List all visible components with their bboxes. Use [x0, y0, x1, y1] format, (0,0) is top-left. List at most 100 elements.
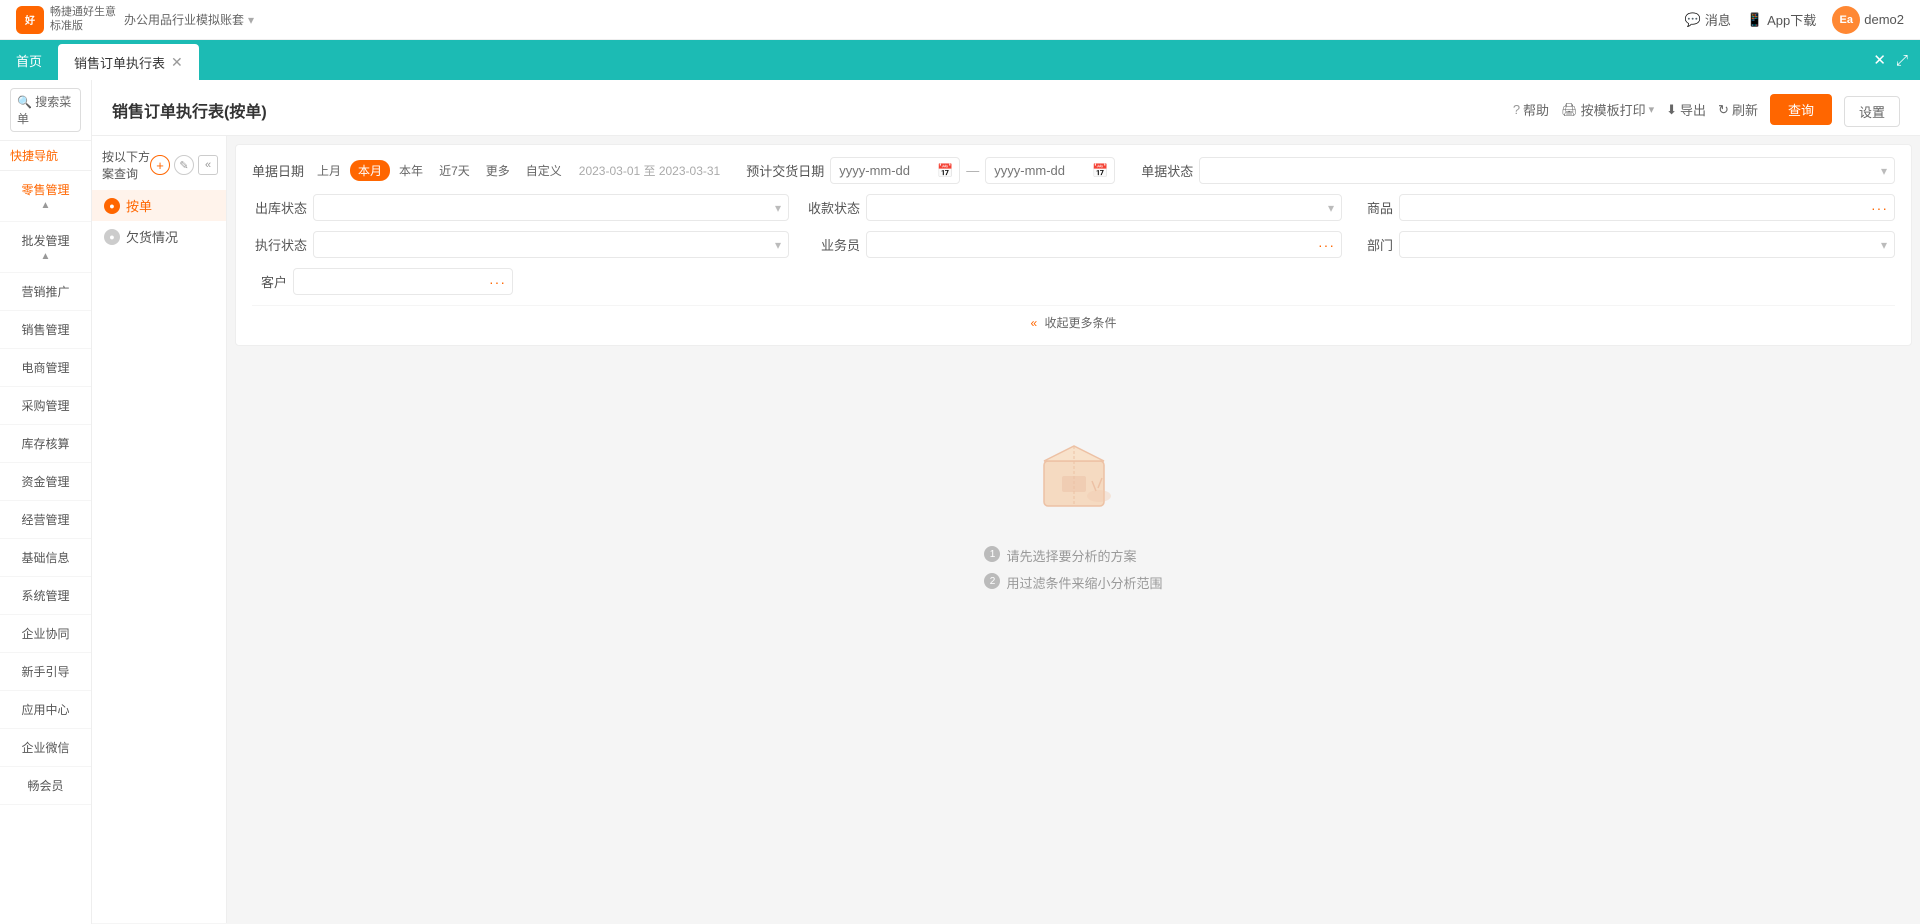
tab-home[interactable]: 首页: [0, 40, 58, 80]
export-button[interactable]: ⬇ 导出: [1666, 100, 1706, 119]
date-range-text: 2023-03-01 至 2023-03-31: [579, 162, 720, 179]
empty-tips: 1 请先选择要分析的方案 2 用过滤条件来缩小分析范围: [984, 546, 1162, 592]
date-tab-custom[interactable]: 自定义: [519, 160, 569, 181]
date-tab-more[interactable]: 更多: [479, 160, 517, 181]
top-bar: 好 畅捷通好生意 标准版 办公用品行业模拟账套 ▾ 💬 消息 📱 App下载 E…: [0, 0, 1920, 40]
dept-select[interactable]: [1399, 231, 1895, 258]
sidebar-item-enterprise[interactable]: 企业协同: [0, 615, 91, 653]
product-input[interactable]: [1399, 194, 1895, 221]
scheme-item-label-order: 按单: [126, 196, 152, 215]
sidebar-item-purchase[interactable]: 采购管理: [0, 387, 91, 425]
sidebar-item-operations[interactable]: 经营管理: [0, 501, 91, 539]
tab-sales-exec[interactable]: 销售订单执行表 ✕: [58, 44, 199, 80]
empty-tip-2: 2 用过滤条件来缩小分析范围: [984, 573, 1162, 592]
exec-status-select-wrap: ▾: [313, 231, 789, 258]
sidebar-item-wholesale[interactable]: 批发管理 ▲: [0, 222, 91, 273]
filter-row-4: 客户 ···: [252, 268, 1895, 295]
date-tab-this-year[interactable]: 本年: [392, 160, 430, 181]
sidebar-item-basic[interactable]: 基础信息: [0, 539, 91, 577]
app-download-icon: 📱: [1747, 12, 1763, 28]
sidebar-item-member[interactable]: 畅会员: [0, 767, 91, 805]
filter-row-3: 执行状态 ▾ 业务员 ··: [252, 231, 1895, 258]
sidebar-item-appcenter[interactable]: 应用中心: [0, 691, 91, 729]
customer-group: 客户 ···: [252, 268, 513, 295]
sidebar-item-system-label: 系统管理: [21, 587, 69, 604]
message-button[interactable]: 💬 消息: [1685, 10, 1731, 29]
exec-status-select[interactable]: [313, 231, 789, 258]
set-button[interactable]: 设置: [1844, 96, 1900, 127]
empty-tip-1: 1 请先选择要分析的方案: [984, 546, 1162, 565]
app-download-button[interactable]: 📱 App下载: [1747, 10, 1816, 29]
collapse-arrow-icon: «: [1030, 316, 1037, 330]
help-icon: ?: [1513, 102, 1520, 117]
sidebar-item-retail[interactable]: 零售管理 ▲: [0, 171, 91, 222]
sidebar-item-sales[interactable]: 销售管理: [0, 311, 91, 349]
date-tab-this-month[interactable]: 本月: [350, 160, 390, 181]
sidebar-item-operations-label: 经营管理: [21, 511, 69, 528]
sidebar-item-marketing[interactable]: 营销推广: [0, 273, 91, 311]
query-button[interactable]: 查询: [1770, 94, 1832, 125]
tip-num-1: 1: [984, 546, 1000, 562]
tab-close-window-icon[interactable]: ✕: [1873, 51, 1886, 69]
scheme-add-button[interactable]: +: [150, 155, 170, 175]
print-button[interactable]: 🖨 按模板打印 ▾: [1561, 100, 1654, 119]
outbound-select[interactable]: [313, 194, 789, 221]
refresh-button[interactable]: ↻ 刷新: [1718, 100, 1758, 119]
sidebar-item-inventory[interactable]: 库存核算: [0, 425, 91, 463]
date-tab-last7[interactable]: 近7天: [432, 160, 477, 181]
sidebar-item-newbie-label: 新手引导: [21, 663, 69, 680]
sidebar-item-wechat[interactable]: 企业微信: [0, 729, 91, 767]
scheme-sidebar: 按以下方案查询 + ✎ « ● 按单 ● 欠货情况: [92, 136, 227, 923]
filter-section: 单据日期 上月 本月 本年 近7天 更多 自定义 2023-03-0: [235, 144, 1912, 346]
page-header-actions: ? 帮助 🖨 按模板打印 ▾ ⬇ 导出 ↻ 刷新 查询 设置: [1513, 92, 1900, 127]
filter-row-2: 出库状态 ▾ 收款状态: [252, 194, 1895, 221]
sidebar-item-newbie[interactable]: 新手引导: [0, 653, 91, 691]
empty-state: 1 请先选择要分析的方案 2 用过滤条件来缩小分析范围: [227, 346, 1920, 672]
tip-num-2: 2: [984, 573, 1000, 589]
expected-date-label: 预计交货日期: [746, 161, 824, 180]
sidebar-search-button[interactable]: 🔍 搜索菜单: [10, 88, 81, 132]
scheme-item-by-order[interactable]: ● 按单: [92, 190, 226, 221]
scheme-collapse-button[interactable]: «: [198, 155, 218, 175]
payment-status-group: 收款状态 ▾: [805, 194, 1342, 221]
sidebar-item-finance[interactable]: 资金管理: [0, 463, 91, 501]
tab-close-icon[interactable]: ✕: [171, 54, 183, 71]
date-tab-last-month[interactable]: 上月: [310, 160, 348, 181]
sidebar-item-system[interactable]: 系统管理: [0, 577, 91, 615]
exec-status-label: 执行状态: [252, 235, 307, 254]
tab-expand-icon[interactable]: ⤢: [1896, 52, 1908, 69]
sidebar-item-ecommerce[interactable]: 电商管理: [0, 349, 91, 387]
scheme-item-icon-owe: ●: [104, 229, 120, 245]
breadcrumb-arrow-icon[interactable]: ▾: [248, 13, 254, 27]
status-select[interactable]: [1199, 157, 1895, 184]
expected-date-end-wrap: 📅: [985, 157, 1115, 184]
refresh-icon: ↻: [1718, 102, 1729, 118]
payment-status-select[interactable]: [866, 194, 1342, 221]
outbound-group: 出库状态 ▾: [252, 194, 789, 221]
print-arrow-icon: ▾: [1649, 103, 1655, 116]
sidebar-item-ecommerce-label: 电商管理: [21, 359, 69, 376]
main-layout: 🔍 搜索菜单 快捷导航 零售管理 ▲ 批发管理 ▲ 营销推广 销售管理 电商管理…: [0, 80, 1920, 924]
date-label: 单据日期: [252, 161, 304, 180]
status-label: 单据状态: [1141, 161, 1193, 180]
print-icon: 🖨: [1561, 102, 1578, 118]
scheme-edit-button[interactable]: ✎: [174, 155, 194, 175]
help-button[interactable]: ? 帮助: [1513, 100, 1549, 119]
salesperson-ellipsis-icon[interactable]: ···: [1318, 237, 1335, 253]
date-tabs: 上月 本月 本年 近7天 更多 自定义: [310, 160, 569, 181]
sidebar-item-member-label: 畅会员: [27, 777, 63, 794]
customer-ellipsis-icon[interactable]: ···: [489, 274, 506, 290]
scheme-item-owe-goods[interactable]: ● 欠货情况: [92, 221, 226, 252]
salesperson-input[interactable]: [866, 231, 1342, 258]
calendar-start-icon: 📅: [937, 163, 953, 179]
collapse-bar[interactable]: « 收起更多条件: [252, 305, 1895, 333]
user-avatar[interactable]: Ea demo2: [1832, 6, 1904, 34]
sidebar-item-retail-label: 零售管理: [21, 181, 69, 198]
outbound-label: 出库状态: [252, 198, 307, 217]
sidebar-item-inventory-label: 库存核算: [21, 435, 69, 452]
product-group: 商品 ···: [1358, 194, 1895, 221]
logo-area: 好 畅捷通好生意 标准版: [16, 6, 116, 34]
product-ellipsis-icon[interactable]: ···: [1871, 200, 1888, 216]
customer-input[interactable]: [293, 268, 513, 295]
chevron-down-icon: ▲: [41, 251, 51, 262]
